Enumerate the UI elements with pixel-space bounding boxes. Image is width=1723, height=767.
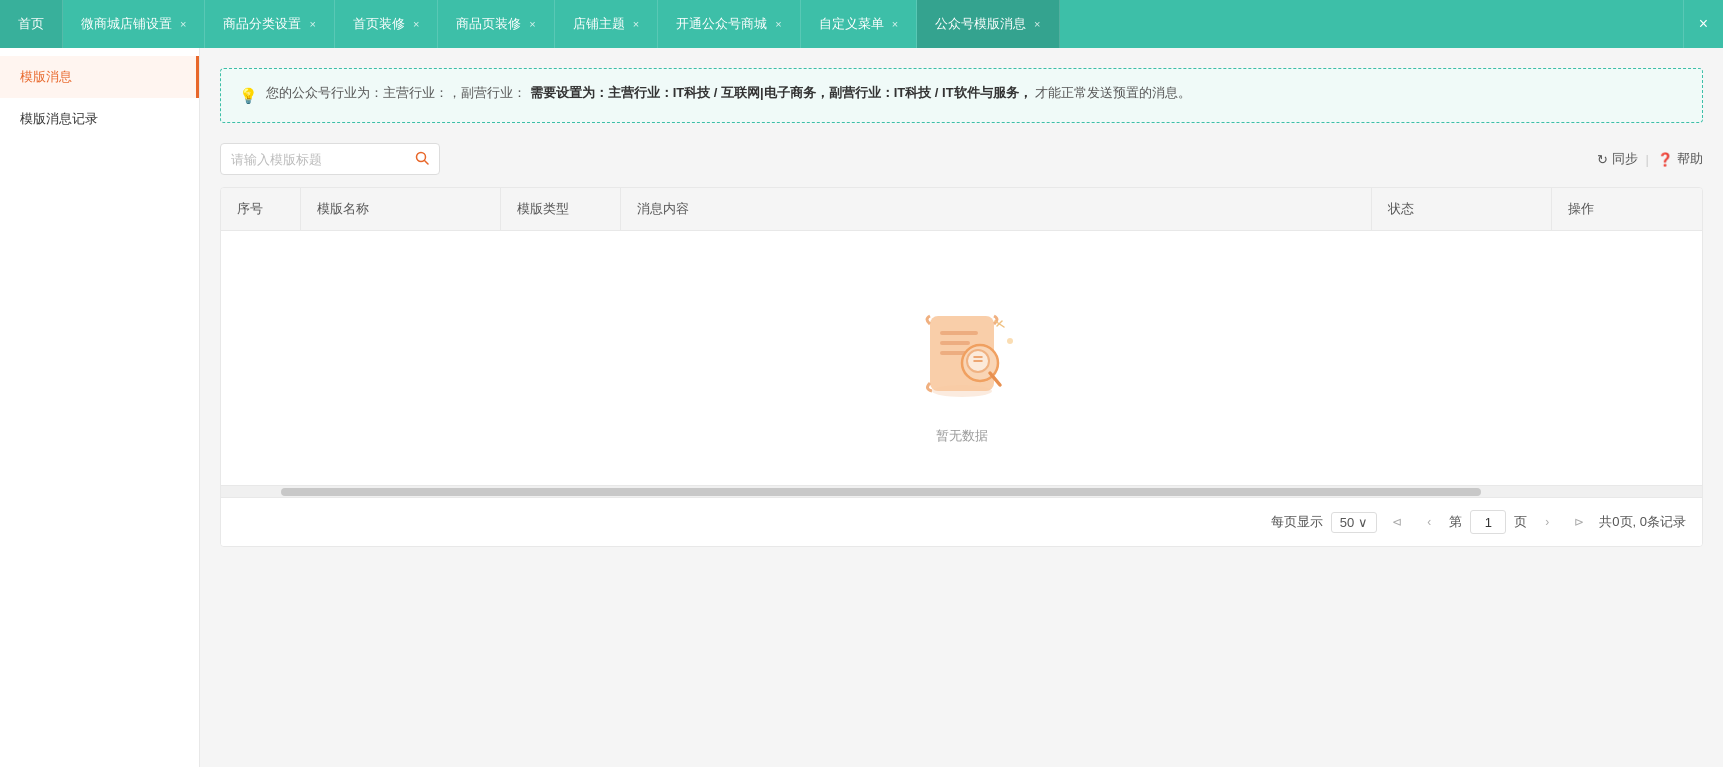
tab-open-mall-label: 开通公众号商城: [676, 15, 767, 33]
tab-custom-menu[interactable]: 自定义菜单 ×: [801, 0, 917, 48]
svg-line-1: [425, 160, 429, 164]
close-tab-shop-theme[interactable]: ×: [633, 18, 639, 30]
close-tab-micro-shop[interactable]: ×: [180, 18, 186, 30]
page-size-label: 每页显示: [1271, 513, 1323, 531]
page-size-value: 50: [1340, 515, 1354, 530]
tab-product-deco-label: 商品页装修: [456, 15, 521, 33]
help-label: 帮助: [1677, 150, 1703, 168]
sidebar: 模版消息 模版消息记录: [0, 48, 200, 767]
sidebar-item-template-message-record[interactable]: 模版消息记录: [0, 98, 199, 140]
close-tab-homepage-deco[interactable]: ×: [413, 18, 419, 30]
tab-shop-theme-label: 店铺主题: [573, 15, 625, 33]
data-table: 序号 模版名称 模版类型 消息内容 状态 操作: [220, 187, 1703, 547]
sync-button[interactable]: ↻ 同步: [1597, 150, 1638, 168]
table-scrollbar[interactable]: [221, 485, 1702, 497]
main-layout: 模版消息 模版消息记录 💡 您的公众号行业为：主营行业：，副营行业： 需要设置为…: [0, 48, 1723, 767]
th-name: 模版名称: [301, 188, 501, 230]
page-number-input[interactable]: [1470, 510, 1506, 534]
table-header: 序号 模版名称 模版类型 消息内容 状态 操作: [221, 188, 1702, 231]
th-index: 序号: [221, 188, 301, 230]
notice-highlight: 需要设置为：主营行业：IT科技 / 互联网|电子商务，副营行业：IT科技 / I…: [530, 85, 1032, 100]
search-bar: ↻ 同步 | ❓ 帮助: [220, 143, 1703, 175]
close-tab-category[interactable]: ×: [309, 18, 315, 30]
pagination: 每页显示 50 ∨ ⊲ ‹ 第 页 › ⊳ 共0页, 0条记录: [221, 497, 1702, 546]
close-all-icon: ×: [1699, 15, 1708, 33]
empty-state-icon: [902, 291, 1022, 411]
tab-shop-theme[interactable]: 店铺主题 ×: [555, 0, 658, 48]
tab-category[interactable]: 商品分类设置 ×: [205, 0, 334, 48]
tab-open-mall[interactable]: 开通公众号商城 ×: [658, 0, 800, 48]
notice-prefix: 您的公众号行业为：主营行业：，副营行业：: [266, 85, 526, 100]
sync-label: 同步: [1612, 150, 1638, 168]
th-content: 消息内容: [621, 188, 1372, 230]
tab-category-label: 商品分类设置: [223, 15, 301, 33]
page-first-button[interactable]: ⊲: [1385, 510, 1409, 534]
sidebar-item-template-message-record-label: 模版消息记录: [20, 111, 98, 126]
empty-state-text: 暂无数据: [936, 427, 988, 445]
search-button[interactable]: [415, 151, 429, 168]
close-all-tabs-button[interactable]: ×: [1683, 0, 1723, 48]
top-navigation: 首页 微商城店铺设置 × 商品分类设置 × 首页装修 × 商品页装修 × 店铺主…: [0, 0, 1723, 48]
tab-product-deco[interactable]: 商品页装修 ×: [438, 0, 554, 48]
scrollbar-thumb[interactable]: [281, 488, 1481, 496]
th-action: 操作: [1552, 188, 1702, 230]
tab-home[interactable]: 首页: [0, 0, 63, 48]
notice-text: 您的公众号行业为：主营行业：，副营行业： 需要设置为：主营行业：IT科技 / 互…: [266, 83, 1191, 104]
notice-suffix: 才能正常发送预置的消息。: [1035, 85, 1191, 100]
search-input[interactable]: [231, 152, 415, 167]
tab-homepage-deco[interactable]: 首页装修 ×: [335, 0, 438, 48]
tab-micro-shop-label: 微商城店铺设置: [81, 15, 172, 33]
page-prev-button[interactable]: ‹: [1417, 510, 1441, 534]
tab-template-msg-label: 公众号模版消息: [935, 15, 1026, 33]
sidebar-item-template-message-label: 模版消息: [20, 69, 72, 84]
tab-micro-shop[interactable]: 微商城店铺设置 ×: [63, 0, 205, 48]
svg-rect-5: [940, 341, 970, 345]
help-icon: ❓: [1657, 152, 1673, 167]
tab-homepage-deco-label: 首页装修: [353, 15, 405, 33]
close-tab-product-deco[interactable]: ×: [529, 18, 535, 30]
page-total-text: 共0页, 0条记录: [1599, 513, 1686, 531]
tab-custom-menu-label: 自定义菜单: [819, 15, 884, 33]
close-tab-template-msg[interactable]: ×: [1034, 18, 1040, 30]
page-size-select[interactable]: 50 ∨: [1331, 512, 1377, 533]
help-button[interactable]: ❓ 帮助: [1657, 150, 1703, 168]
page-size-dropdown-icon: ∨: [1358, 515, 1368, 530]
tab-template-msg[interactable]: 公众号模版消息 ×: [917, 0, 1059, 48]
empty-state: 暂无数据: [221, 231, 1702, 485]
page-label-pre: 第: [1449, 513, 1462, 531]
page-last-button[interactable]: ⊳: [1567, 510, 1591, 534]
page-label-post: 页: [1514, 513, 1527, 531]
search-input-wrap[interactable]: [220, 143, 440, 175]
content-area: 💡 您的公众号行业为：主营行业：，副营行业： 需要设置为：主营行业：IT科技 /…: [200, 48, 1723, 767]
page-next-button[interactable]: ›: [1535, 510, 1559, 534]
notice-box: 💡 您的公众号行业为：主营行业：，副营行业： 需要设置为：主营行业：IT科技 /…: [220, 68, 1703, 123]
close-tab-custom-menu[interactable]: ×: [892, 18, 898, 30]
toolbar-right: ↻ 同步 | ❓ 帮助: [1597, 150, 1703, 168]
svg-rect-4: [940, 331, 978, 335]
tab-home-label: 首页: [18, 15, 44, 33]
close-tab-open-mall[interactable]: ×: [775, 18, 781, 30]
toolbar-divider: |: [1646, 152, 1649, 167]
th-type: 模版类型: [501, 188, 621, 230]
th-status: 状态: [1372, 188, 1552, 230]
sync-icon: ↻: [1597, 152, 1608, 167]
notice-icon: 💡: [239, 84, 258, 108]
svg-point-14: [1007, 338, 1013, 344]
sidebar-item-template-message[interactable]: 模版消息: [0, 56, 199, 98]
